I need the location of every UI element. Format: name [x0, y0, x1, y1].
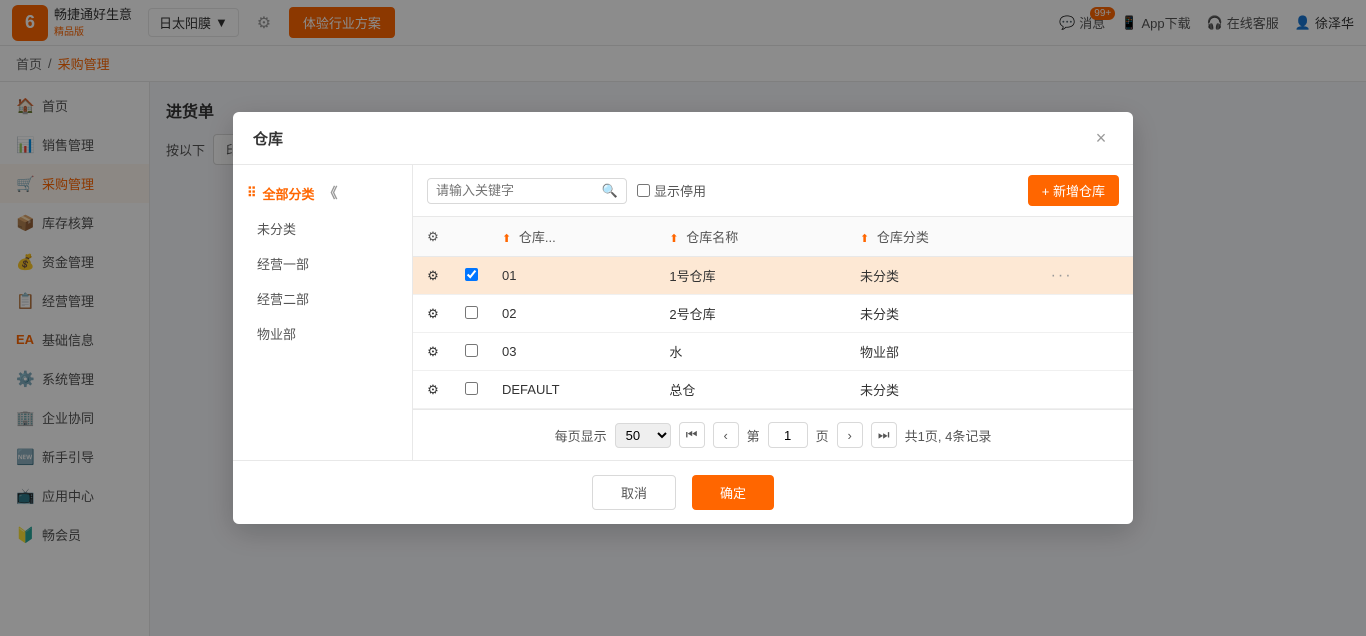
search-input[interactable]: [436, 183, 598, 198]
table-row[interactable]: ⚙ DEFAULT 总仓 未分类: [413, 371, 1133, 409]
col-name-header: ⬆ 仓库名称: [657, 217, 848, 257]
search-box[interactable]: 🔍: [427, 178, 627, 204]
row-dots[interactable]: ···: [1051, 267, 1073, 284]
row-checkbox[interactable]: [465, 382, 478, 395]
confirm-button[interactable]: 确定: [692, 475, 774, 510]
modal-backdrop: 仓库 × ⠿ 全部分类 《 未分类 经营一部 经营二部 物业部: [0, 0, 1366, 636]
row-gear[interactable]: ⚙: [413, 371, 453, 409]
table-toolbar: 🔍 显示停用 + 新增仓库: [413, 165, 1133, 217]
data-table: ⚙ ⬆ 仓库... ⬆ 仓库名称: [413, 217, 1133, 409]
sort-icon: ⬆: [502, 233, 511, 245]
row-name: 1号仓库: [657, 257, 848, 295]
category-all[interactable]: ⠿ 全部分类 《: [233, 175, 412, 211]
col-gear-header: ⚙: [413, 217, 453, 257]
row-actions: ···: [1039, 257, 1133, 295]
row-category: 未分类: [848, 371, 1039, 409]
page-input[interactable]: [768, 422, 808, 448]
row-gear[interactable]: ⚙: [413, 257, 453, 295]
row-actions: [1039, 333, 1133, 371]
modal-close-button[interactable]: ×: [1089, 126, 1113, 150]
show-disabled-text: 显示停用: [654, 181, 706, 200]
search-icon: 🔍: [602, 183, 618, 199]
row-checkbox-cell[interactable]: [453, 333, 490, 371]
page-end-label: 页: [816, 426, 829, 445]
per-page-label: 每页显示: [555, 426, 607, 445]
next-page-button[interactable]: ›: [837, 422, 863, 448]
modal-footer: 取消 确定: [233, 460, 1133, 524]
row-checkbox-cell[interactable]: [453, 371, 490, 409]
sort-icon-name: ⬆: [669, 233, 678, 245]
category-dept1[interactable]: 经营一部: [233, 246, 412, 281]
show-disabled-checkbox[interactable]: [637, 184, 650, 197]
new-warehouse-button[interactable]: + 新增仓库: [1028, 175, 1119, 206]
table-row[interactable]: ⚙ 01 1号仓库 未分类 ···: [413, 257, 1133, 295]
first-page-button[interactable]: ⏮: [679, 422, 705, 448]
modal-body: ⠿ 全部分类 《 未分类 经营一部 经营二部 物业部 🔍: [233, 165, 1133, 460]
warehouse-table: ⚙ ⬆ 仓库... ⬆ 仓库名称: [413, 217, 1133, 409]
row-category: 未分类: [848, 295, 1039, 333]
table-panel: 🔍 显示停用 + 新增仓库 ⚙: [413, 165, 1133, 460]
category-property[interactable]: 物业部: [233, 316, 412, 351]
sort-icon-cat: ⬆: [860, 233, 869, 245]
category-unclassified[interactable]: 未分类: [233, 211, 412, 246]
modal-header: 仓库 ×: [233, 112, 1133, 165]
row-actions: [1039, 371, 1133, 409]
row-checkbox-cell[interactable]: [453, 257, 490, 295]
show-disabled-label: 显示停用: [637, 181, 706, 200]
row-checkbox-cell[interactable]: [453, 295, 490, 333]
row-name: 2号仓库: [657, 295, 848, 333]
row-gear[interactable]: ⚙: [413, 333, 453, 371]
row-code: 01: [490, 257, 657, 295]
last-page-button[interactable]: ⏭: [871, 422, 897, 448]
table-row[interactable]: ⚙ 03 水 物业部: [413, 333, 1133, 371]
cancel-button[interactable]: 取消: [592, 475, 676, 510]
row-name: 水: [657, 333, 848, 371]
col-action-header: [1039, 217, 1133, 257]
row-checkbox[interactable]: [465, 344, 478, 357]
row-code: 03: [490, 333, 657, 371]
pagination: 每页显示 50 10 20 100 ⏮ ‹ 第 页 › ⏭ 共1页, 4条记录: [413, 409, 1133, 460]
row-category: 未分类: [848, 257, 1039, 295]
page-label: 第: [747, 426, 760, 445]
total-label: 共1页, 4条记录: [905, 426, 992, 445]
row-actions: [1039, 295, 1133, 333]
modal-title: 仓库: [253, 128, 283, 149]
row-checkbox[interactable]: [465, 268, 478, 281]
table-row[interactable]: ⚙ 02 2号仓库 未分类: [413, 295, 1133, 333]
prev-page-button[interactable]: ‹: [713, 422, 739, 448]
category-dept2[interactable]: 经营二部: [233, 281, 412, 316]
per-page-select[interactable]: 50 10 20 100: [615, 423, 671, 448]
collapse-icon[interactable]: 《: [321, 183, 341, 203]
col-check-header: [453, 217, 490, 257]
row-code: DEFAULT: [490, 371, 657, 409]
category-panel: ⠿ 全部分类 《 未分类 经营一部 经营二部 物业部: [233, 165, 413, 460]
row-name: 总仓: [657, 371, 848, 409]
row-code: 02: [490, 295, 657, 333]
row-category: 物业部: [848, 333, 1039, 371]
category-all-label: 全部分类: [263, 184, 315, 203]
col-code-header: ⬆ 仓库...: [490, 217, 657, 257]
grid-icon: ⠿: [247, 185, 257, 201]
warehouse-modal: 仓库 × ⠿ 全部分类 《 未分类 经营一部 经营二部 物业部: [233, 112, 1133, 524]
row-checkbox[interactable]: [465, 306, 478, 319]
col-category-header: ⬆ 仓库分类: [848, 217, 1039, 257]
row-gear[interactable]: ⚙: [413, 295, 453, 333]
